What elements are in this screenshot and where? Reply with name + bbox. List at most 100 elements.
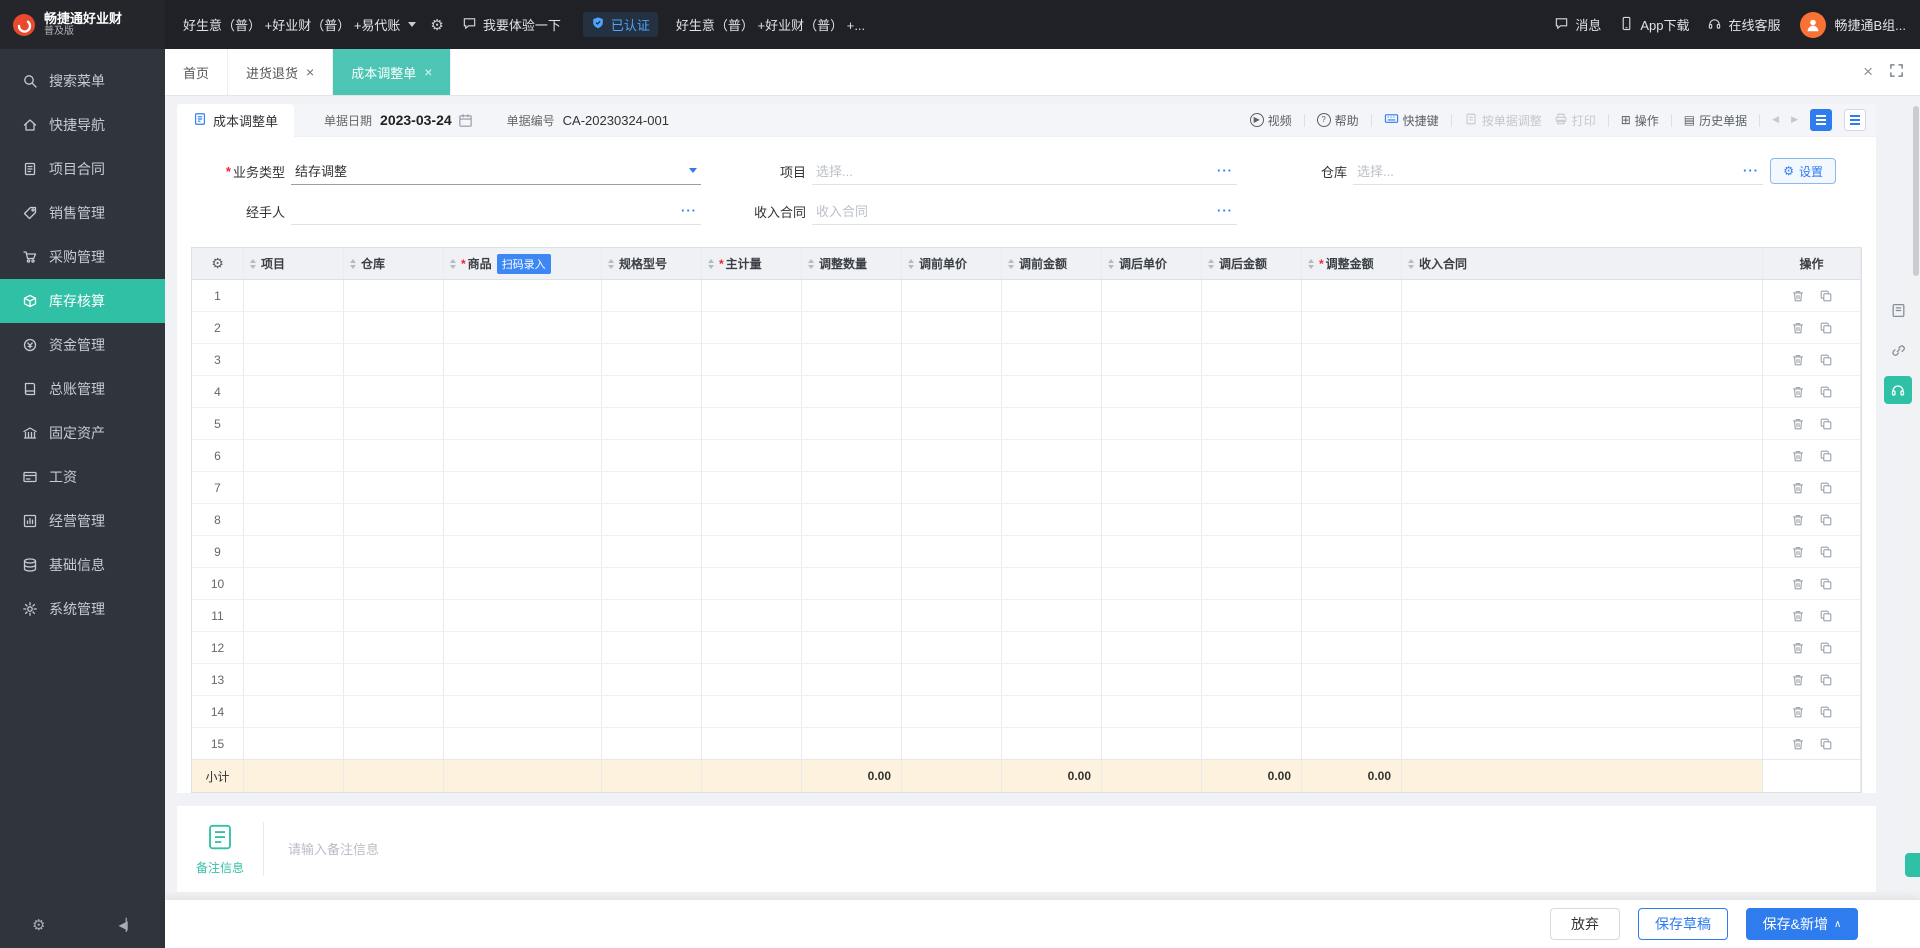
- cell-r9-c7[interactable]: [1002, 536, 1102, 567]
- cell-r6-c1[interactable]: [344, 440, 444, 471]
- cell-r3-c4[interactable]: [702, 344, 802, 375]
- cell-r6-c10[interactable]: [1302, 440, 1402, 471]
- tab-1[interactable]: 进货退货 ×: [228, 49, 334, 95]
- cell-r15-c2[interactable]: [444, 728, 602, 759]
- col-header-1[interactable]: 仓库: [344, 248, 444, 279]
- sort-icon[interactable]: [250, 258, 256, 269]
- cell-r13-c1[interactable]: [344, 664, 444, 695]
- cell-r7-c1[interactable]: [344, 472, 444, 503]
- copy-row-icon[interactable]: [1819, 385, 1833, 399]
- copy-row-icon[interactable]: [1819, 577, 1833, 591]
- cell-r8-c7[interactable]: [1002, 504, 1102, 535]
- cell-r14-c8[interactable]: [1102, 696, 1202, 727]
- cell-r10-c10[interactable]: [1302, 568, 1402, 599]
- delete-row-icon[interactable]: [1791, 513, 1805, 527]
- cell-r11-c6[interactable]: [902, 600, 1002, 631]
- online-service-button[interactable]: 在线客服: [1707, 15, 1780, 34]
- sidebar-item-12[interactable]: 系统管理: [0, 587, 165, 631]
- vertical-scrollbar[interactable]: [1912, 96, 1920, 900]
- cell-r7-c8[interactable]: [1102, 472, 1202, 503]
- cell-r8-c1[interactable]: [344, 504, 444, 535]
- save-draft-button[interactable]: 保存草稿: [1638, 908, 1728, 940]
- delete-row-icon[interactable]: [1791, 385, 1805, 399]
- cell-r8-c11[interactable]: [1402, 504, 1763, 535]
- income-contract-picker[interactable]: 收入合同 ···: [812, 197, 1237, 225]
- product-switcher[interactable]: 好生意（普） +好业财（普） +易代账: [183, 15, 417, 34]
- cell-r5-c1[interactable]: [344, 408, 444, 439]
- scan-input-button[interactable]: 扫码录入: [496, 253, 551, 274]
- board-icon[interactable]: [1884, 296, 1912, 324]
- sidebar-item-6[interactable]: 资金管理: [0, 323, 165, 367]
- cell-r5-c8[interactable]: [1102, 408, 1202, 439]
- warehouse-picker[interactable]: 选择... ···: [1353, 157, 1763, 185]
- cell-r4-c7[interactable]: [1002, 376, 1102, 407]
- cell-r11-c8[interactable]: [1102, 600, 1202, 631]
- cell-r1-c4[interactable]: [702, 280, 802, 311]
- cell-r13-c8[interactable]: [1102, 664, 1202, 695]
- cell-r11-c11[interactable]: [1402, 600, 1763, 631]
- project-picker[interactable]: 选择... ···: [812, 157, 1237, 185]
- col-header-7[interactable]: 调前金额: [1002, 248, 1102, 279]
- cell-r10-c6[interactable]: [902, 568, 1002, 599]
- cell-r10-c5[interactable]: [802, 568, 902, 599]
- cell-r10-c11[interactable]: [1402, 568, 1763, 599]
- cell-r8-c10[interactable]: [1302, 504, 1402, 535]
- cell-r4-c3[interactable]: [602, 376, 702, 407]
- grid-settings-icon[interactable]: ⚙: [211, 256, 224, 272]
- actions-button[interactable]: ⊞ 操作: [1621, 112, 1659, 129]
- cell-r12-c8[interactable]: [1102, 632, 1202, 663]
- cell-r5-c6[interactable]: [902, 408, 1002, 439]
- cell-r2-c6[interactable]: [902, 312, 1002, 343]
- cell-r14-c6[interactable]: [902, 696, 1002, 727]
- col-header-5[interactable]: 调整数量: [802, 248, 902, 279]
- cell-r4-c11[interactable]: [1402, 376, 1763, 407]
- cell-r15-c4[interactable]: [702, 728, 802, 759]
- copy-row-icon[interactable]: [1819, 641, 1833, 655]
- cell-r1-c8[interactable]: [1102, 280, 1202, 311]
- cell-r15-c7[interactable]: [1002, 728, 1102, 759]
- cell-r6-c0[interactable]: [244, 440, 344, 471]
- cell-r2-c9[interactable]: [1202, 312, 1302, 343]
- handler-lookup-icon[interactable]: ···: [681, 203, 697, 218]
- cell-r8-c5[interactable]: [802, 504, 902, 535]
- sort-icon[interactable]: [908, 258, 914, 269]
- service-fab[interactable]: [1905, 853, 1920, 877]
- cell-r2-c7[interactable]: [1002, 312, 1102, 343]
- view-detail-button[interactable]: [1844, 109, 1866, 131]
- project-lookup-icon[interactable]: ···: [1217, 163, 1233, 178]
- sort-icon[interactable]: [808, 258, 814, 269]
- sidebar-item-10[interactable]: 经营管理: [0, 499, 165, 543]
- cell-r2-c4[interactable]: [702, 312, 802, 343]
- cell-r7-c10[interactable]: [1302, 472, 1402, 503]
- cell-r11-c1[interactable]: [344, 600, 444, 631]
- cell-r6-c2[interactable]: [444, 440, 602, 471]
- cell-r3-c0[interactable]: [244, 344, 344, 375]
- cell-r15-c11[interactable]: [1402, 728, 1763, 759]
- copy-row-icon[interactable]: [1819, 513, 1833, 527]
- cell-r15-c5[interactable]: [802, 728, 902, 759]
- video-button[interactable]: ▶ 视频: [1249, 112, 1292, 129]
- cell-r9-c4[interactable]: [702, 536, 802, 567]
- cell-r8-c9[interactable]: [1202, 504, 1302, 535]
- cell-r3-c7[interactable]: [1002, 344, 1102, 375]
- next-doc-icon[interactable]: ▶: [1791, 115, 1798, 125]
- sort-icon[interactable]: [1108, 258, 1114, 269]
- cell-r6-c11[interactable]: [1402, 440, 1763, 471]
- sort-icon[interactable]: [1208, 258, 1214, 269]
- sort-icon[interactable]: [450, 258, 456, 269]
- cell-r10-c8[interactable]: [1102, 568, 1202, 599]
- help-button[interactable]: ? 帮助: [1316, 112, 1359, 129]
- cell-r4-c10[interactable]: [1302, 376, 1402, 407]
- sidebar-item-7[interactable]: 总账管理: [0, 367, 165, 411]
- doc-type-chip[interactable]: 成本调整单: [177, 103, 295, 137]
- cell-r9-c9[interactable]: [1202, 536, 1302, 567]
- cell-r15-c10[interactable]: [1302, 728, 1402, 759]
- cell-r14-c10[interactable]: [1302, 696, 1402, 727]
- cell-r7-c9[interactable]: [1202, 472, 1302, 503]
- col-header-11[interactable]: 收入合同: [1402, 248, 1763, 279]
- print-button[interactable]: 打印: [1554, 112, 1596, 129]
- settings-button[interactable]: ⚙ 设置: [1770, 158, 1836, 184]
- history-button[interactable]: ▤ 历史单据: [1684, 112, 1747, 129]
- tab-0[interactable]: 首页: [165, 49, 229, 95]
- delete-row-icon[interactable]: [1791, 449, 1805, 463]
